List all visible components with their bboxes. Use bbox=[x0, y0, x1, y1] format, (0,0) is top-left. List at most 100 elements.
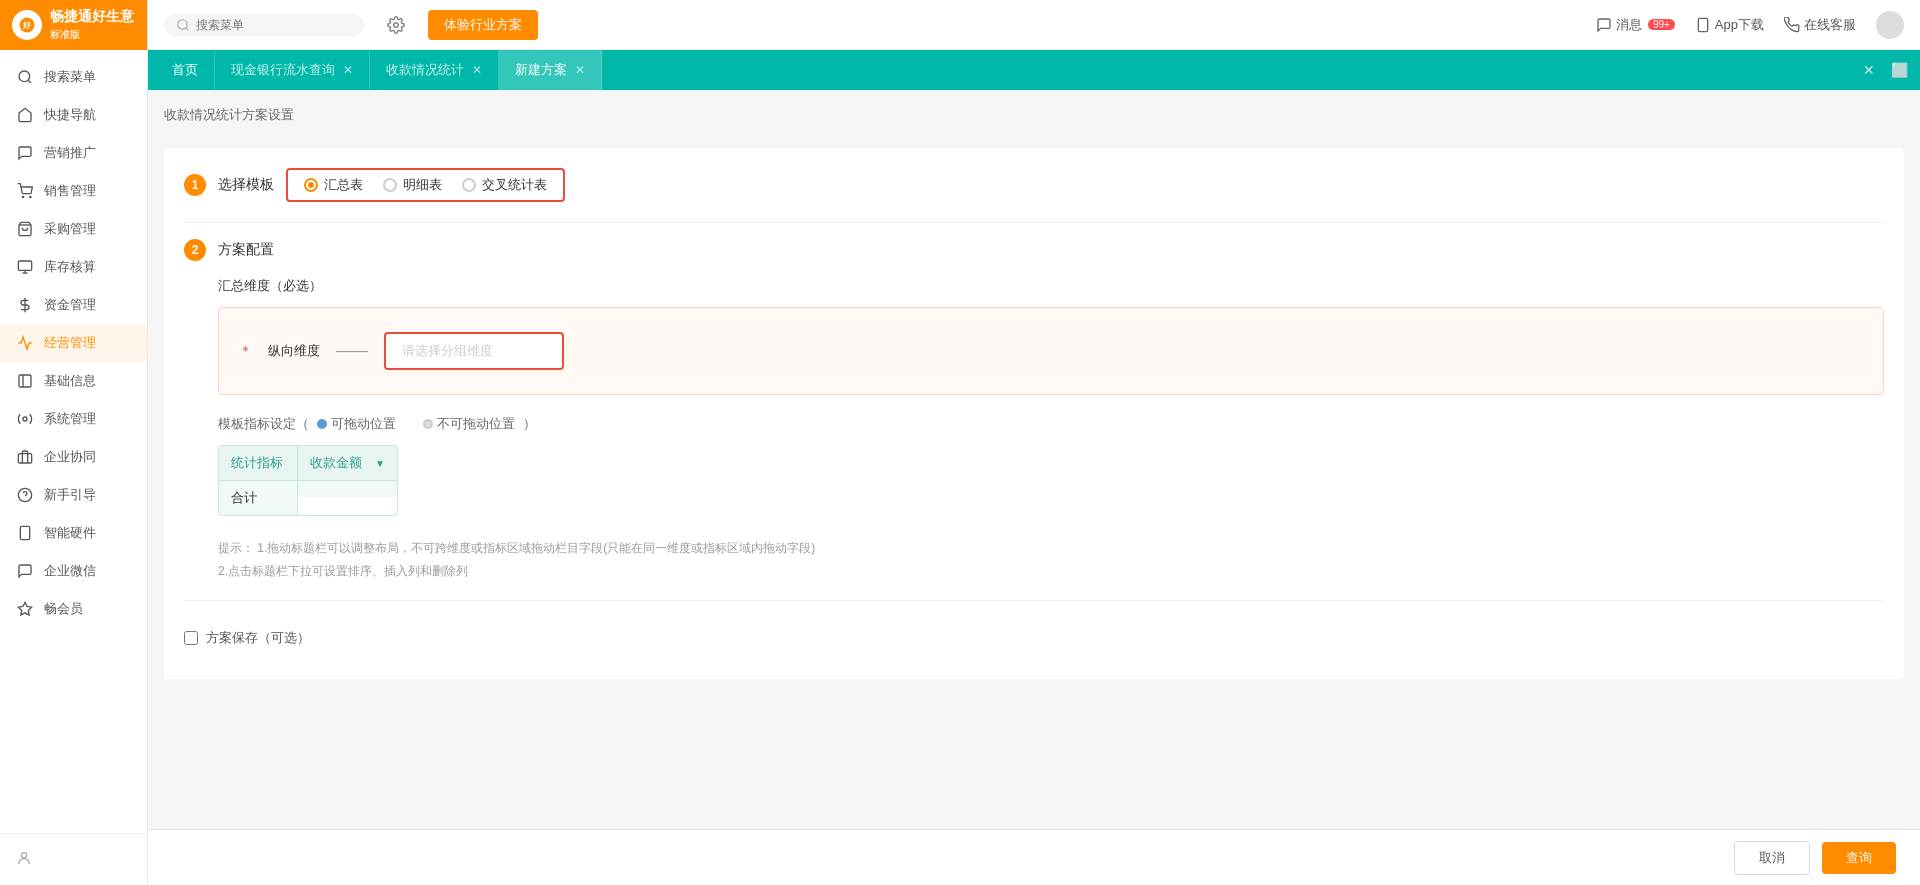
query-button[interactable]: 查询 bbox=[1822, 842, 1896, 874]
trial-button[interactable]: 体验行业方案 bbox=[428, 10, 538, 40]
tab-minimize-btn[interactable]: ✕ bbox=[1859, 58, 1879, 82]
sidebar-item-basic-label: 基础信息 bbox=[44, 372, 96, 390]
search-input[interactable] bbox=[196, 18, 336, 32]
gear-button[interactable] bbox=[380, 9, 412, 41]
sidebar-bottom-item1[interactable] bbox=[0, 842, 147, 877]
hardware-icon bbox=[16, 524, 34, 542]
tab-bank-close[interactable]: ✕ bbox=[343, 63, 353, 77]
svg-rect-11 bbox=[19, 375, 31, 387]
sidebar-item-operations[interactable]: 经营管理 bbox=[0, 324, 147, 362]
sidebar-item-sales[interactable]: 销售管理 bbox=[0, 172, 147, 210]
hint-1: 提示： 1.拖动标题栏可以调整布局，不可跨维度或指标区域拖动栏目字段(只能在同一… bbox=[218, 540, 1884, 557]
service-item[interactable]: 在线客服 bbox=[1784, 16, 1856, 34]
basic-icon bbox=[16, 372, 34, 390]
download-icon bbox=[1695, 17, 1711, 33]
cancel-button[interactable]: 取消 bbox=[1734, 841, 1810, 875]
sidebar-item-hardware[interactable]: 智能硬件 bbox=[0, 514, 147, 552]
sidebar-item-purchase[interactable]: 采购管理 bbox=[0, 210, 147, 248]
metrics-group-header: 统计指标 bbox=[219, 446, 297, 481]
dimension-row: ＊ 纵向维度 —— 请选择分组维度 bbox=[239, 332, 1863, 370]
metrics-label-suffix: ） bbox=[523, 415, 536, 433]
sales-icon bbox=[16, 182, 34, 200]
tab-new-plan[interactable]: 新建方案 ✕ bbox=[499, 50, 602, 90]
save-label: 方案保存（可选） bbox=[206, 629, 310, 647]
metrics-table-container: 统计指标 合计 收款金额 ▼ bbox=[218, 445, 398, 516]
sidebar-item-system[interactable]: 系统管理 bbox=[0, 400, 147, 438]
tab-bank[interactable]: 现金银行流水查询 ✕ bbox=[215, 50, 370, 90]
header: 体验行业方案 消息 99+ App下载 在线客服 bbox=[148, 0, 1920, 50]
sidebar-item-nav[interactable]: 快捷导航 bbox=[0, 96, 147, 134]
main-card: 1 选择模板 汇总表 明细表 bbox=[164, 148, 1904, 679]
template-radio-group: 汇总表 明细表 交叉统计表 bbox=[286, 168, 565, 202]
search-icon bbox=[16, 68, 34, 86]
main: 体验行业方案 消息 99+ App下载 在线客服 首页 现金银行流水查询 ✕ bbox=[148, 0, 1920, 885]
step1-title: 选择模板 bbox=[218, 176, 274, 194]
sidebar-item-nav-label: 快捷导航 bbox=[44, 106, 96, 124]
tab-maximize-btn[interactable]: ⬜ bbox=[1887, 58, 1912, 82]
svg-point-23 bbox=[394, 22, 399, 27]
sidebar-item-inventory-label: 库存核算 bbox=[44, 258, 96, 276]
radio-cross-label: 交叉统计表 bbox=[482, 176, 547, 194]
radio-cross[interactable]: 交叉统计表 bbox=[462, 176, 547, 194]
radio-summary-label: 汇总表 bbox=[324, 176, 363, 194]
header-search-box bbox=[164, 14, 364, 36]
sidebar-item-guide[interactable]: 新手引导 bbox=[0, 476, 147, 514]
marketing-icon bbox=[16, 144, 34, 162]
service-icon bbox=[1784, 17, 1800, 33]
member-icon bbox=[16, 600, 34, 618]
tab-home[interactable]: 首页 bbox=[156, 50, 215, 90]
svg-marker-19 bbox=[18, 602, 31, 615]
sidebar-item-finance-label: 资金管理 bbox=[44, 296, 96, 314]
message-item[interactable]: 消息 99+ bbox=[1596, 16, 1675, 34]
message-badge: 99+ bbox=[1648, 19, 1675, 30]
avatar[interactable] bbox=[1876, 11, 1904, 39]
metrics-group-label: 统计指标 bbox=[231, 455, 283, 470]
step1-header: 1 选择模板 汇总表 明细表 bbox=[184, 168, 1884, 202]
sidebar-item-guide-label: 新手引导 bbox=[44, 486, 96, 504]
dimension-section-label: 汇总维度（必选） bbox=[218, 277, 1884, 295]
tab-receipt-close[interactable]: ✕ bbox=[472, 63, 482, 77]
sidebar-item-system-label: 系统管理 bbox=[44, 410, 96, 428]
step2-title: 方案配置 bbox=[218, 241, 274, 259]
sidebar-item-member[interactable]: 畅会员 bbox=[0, 590, 147, 628]
metrics-value-column: 收款金额 ▼ bbox=[298, 445, 398, 516]
save-checkbox[interactable] bbox=[184, 631, 198, 645]
sidebar-item-marketing[interactable]: 营销推广 bbox=[0, 134, 147, 172]
svg-point-4 bbox=[22, 196, 23, 197]
sidebar-item-hardware-label: 智能硬件 bbox=[44, 524, 96, 542]
non-draggable-dot bbox=[423, 419, 433, 429]
sidebar-item-inventory[interactable]: 库存核算 bbox=[0, 248, 147, 286]
radio-detail[interactable]: 明细表 bbox=[383, 176, 442, 194]
vertical-dimension-label: 纵向维度 bbox=[268, 342, 320, 360]
sidebar-item-finance[interactable]: 资金管理 bbox=[0, 286, 147, 324]
sidebar-item-enterprise-label: 企业协同 bbox=[44, 448, 96, 466]
dimension-select-box[interactable]: 请选择分组维度 bbox=[384, 332, 564, 370]
metrics-value-header[interactable]: 收款金额 ▼ bbox=[298, 446, 397, 481]
metrics-section: 模板指标设定（ 可拖动位置 不可拖动位置 ） bbox=[218, 415, 1884, 516]
draggable-indicator: 可拖动位置 bbox=[317, 415, 396, 433]
tab-new-plan-label: 新建方案 bbox=[515, 61, 567, 79]
radio-summary[interactable]: 汇总表 bbox=[304, 176, 363, 194]
tab-receipt[interactable]: 收款情况统计 ✕ bbox=[370, 50, 499, 90]
tab-new-plan-close[interactable]: ✕ bbox=[575, 63, 585, 77]
svg-text:好: 好 bbox=[22, 21, 32, 30]
sidebar-item-enterprise[interactable]: 企业协同 bbox=[0, 438, 147, 476]
operations-icon bbox=[16, 334, 34, 352]
sidebar-item-search[interactable]: 搜索菜单 bbox=[0, 58, 147, 96]
svg-point-13 bbox=[23, 417, 27, 421]
download-item[interactable]: App下载 bbox=[1695, 16, 1764, 34]
svg-line-22 bbox=[186, 27, 189, 30]
tab-bank-label: 现金银行流水查询 bbox=[231, 61, 335, 79]
svg-point-20 bbox=[21, 853, 26, 858]
sidebar-bottom-icon1 bbox=[16, 850, 32, 869]
sidebar-item-purchase-label: 采购管理 bbox=[44, 220, 96, 238]
download-label: App下载 bbox=[1715, 16, 1764, 34]
system-icon bbox=[16, 410, 34, 428]
finance-icon bbox=[16, 296, 34, 314]
sidebar-item-wechat[interactable]: 企业微信 bbox=[0, 552, 147, 590]
dropdown-arrow-icon: ▼ bbox=[375, 458, 385, 469]
radio-cross-dot bbox=[462, 178, 476, 192]
message-label: 消息 bbox=[1616, 16, 1642, 34]
sidebar-item-basic[interactable]: 基础信息 bbox=[0, 362, 147, 400]
sidebar-logo: 好 畅捷通好生意 标准版 bbox=[0, 0, 147, 50]
